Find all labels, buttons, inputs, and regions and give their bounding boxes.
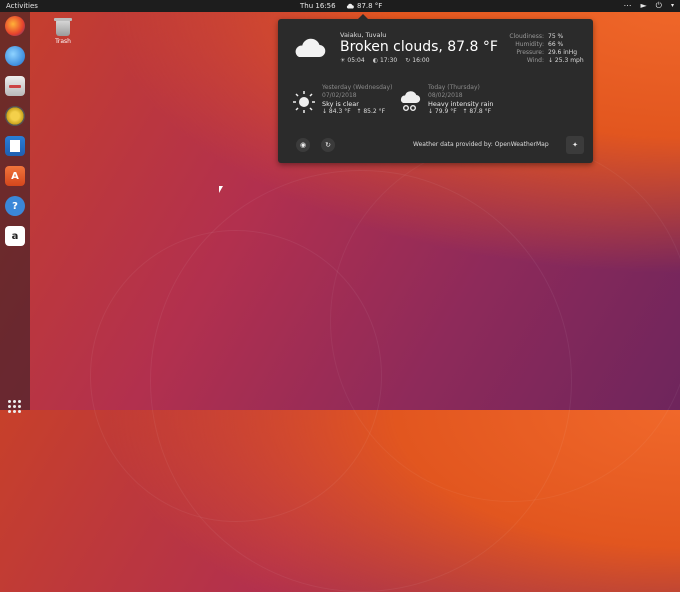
location-icon: ◉ <box>299 141 307 149</box>
detail-row: Cloudiness: 75 % <box>484 33 584 41</box>
forecast-today: Today (Thursday) 08/02/2018 Heavy intens… <box>398 84 508 124</box>
sunrise: ☀ 05:04 <box>340 57 365 64</box>
weather-indicator-temp: 87.8 °F <box>357 2 383 10</box>
forecast-temps: ↓ 84.3 °F ↑ 85.2 °F <box>322 108 392 116</box>
forecast-high: ↑ 85.2 °F <box>356 108 386 115</box>
sunset-icon: ◐ <box>372 57 378 64</box>
trash-desktop-icon[interactable]: Trash <box>50 18 76 45</box>
sunrise-time: 05:04 <box>347 57 365 64</box>
provider-link[interactable]: Weather data provided by: OpenWeatherMap <box>413 141 549 148</box>
sunset-time: 17:30 <box>379 57 398 64</box>
trash-icon <box>54 18 72 36</box>
forecast-low: ↓ 79.9 °F <box>428 108 457 115</box>
amazon-icon[interactable]: a <box>5 226 25 246</box>
locations-button[interactable]: ◉ <box>296 138 310 152</box>
sun-icon <box>293 91 315 113</box>
show-applications-icon[interactable] <box>8 400 22 414</box>
sunset: ◐ 17:30 <box>373 57 398 64</box>
sunrise-icon: ☀ <box>340 57 346 64</box>
build-time: ↻ 16:00 <box>405 57 429 64</box>
writer-icon[interactable] <box>5 136 25 156</box>
volume-icon[interactable]: ► <box>641 1 647 11</box>
weather-location: Vaiaku, Tuvalu <box>340 31 387 39</box>
forecast-date: 08/02/2018 <box>428 92 463 99</box>
detail-value: 29.6 inHg <box>548 49 578 56</box>
wallpaper-arc <box>330 140 680 502</box>
detail-label: Wind: <box>526 57 544 64</box>
sun-times: ☀ 05:04 ◐ 17:30 ↻ 16:00 <box>340 57 430 64</box>
forecast-low: ↓ 84.3 °F <box>322 108 351 115</box>
detail-value: 75 % <box>548 33 564 40</box>
forecast-text: Today (Thursday) 08/02/2018 Heavy intens… <box>428 84 493 116</box>
power-icon[interactable]: ⏻ <box>656 1 662 11</box>
document-icon <box>10 140 20 152</box>
wallpaper-arc <box>90 230 382 522</box>
settings-button[interactable]: ✦ <box>566 136 584 154</box>
forecast-day: Yesterday (Wednesday) <box>322 84 393 91</box>
detail-value: ↓ 25.3 mph <box>548 57 584 64</box>
system-tray[interactable]: ⋯ ► ⏻ ▾ <box>624 1 675 11</box>
forecast-date: 07/02/2018 <box>322 92 357 99</box>
forecast-yesterday: Yesterday (Wednesday) 07/02/2018 Sky is … <box>292 84 402 124</box>
network-icon[interactable]: ⋯ <box>624 1 632 11</box>
forecast-temps: ↓ 79.9 °F ↑ 87.8 °F <box>428 108 493 116</box>
detail-label: Humidity: <box>515 41 544 48</box>
cloud-icon <box>346 3 354 9</box>
forecast-condition: Sky is clear <box>322 100 359 108</box>
detail-row: Wind: ↓ 25.3 mph <box>484 57 584 65</box>
refresh-button[interactable]: ↻ <box>321 138 335 152</box>
trash-label: Trash <box>55 38 71 45</box>
files-icon[interactable] <box>5 76 25 96</box>
refresh-icon: ↻ <box>325 141 331 149</box>
help-icon[interactable]: ? <box>5 196 25 216</box>
clock-icon: ↻ <box>405 57 411 64</box>
detail-row: Humidity: 66 % <box>484 41 584 49</box>
dock: A ? a <box>0 12 30 413</box>
forecast-high: ↑ 87.8 °F <box>462 108 492 115</box>
weather-indicator[interactable]: 87.8 °F <box>346 2 382 10</box>
broken-clouds-icon <box>295 38 326 58</box>
settings-icon: ✦ <box>572 141 578 149</box>
files-icon-label <box>9 84 21 88</box>
weather-summary: Broken clouds, 87.8 °F <box>340 39 498 55</box>
weather-popup: Vaiaku, Tuvalu Broken clouds, 87.8 °F ☀ 0… <box>278 14 593 163</box>
firefox-icon[interactable] <box>5 16 25 36</box>
heavy-rain-icon <box>400 91 421 111</box>
rhythmbox-icon[interactable] <box>5 106 25 126</box>
detail-label: Pressure: <box>516 49 544 56</box>
mouse-cursor <box>219 186 223 193</box>
weather-details: Cloudiness: 75 % Humidity: 66 % Pressure: 2… <box>484 33 584 65</box>
build-time-value: 16:00 <box>412 57 430 64</box>
forecast-day: Today (Thursday) <box>428 84 480 91</box>
software-center-icon[interactable]: A <box>5 166 25 186</box>
detail-value: 66 % <box>548 41 564 48</box>
clock[interactable]: Thu 16:56 <box>300 2 336 10</box>
detail-label: Cloudiness: <box>509 33 544 40</box>
wallpaper-arc <box>150 170 572 592</box>
forecast-text: Yesterday (Wednesday) 07/02/2018 Sky is … <box>322 84 392 116</box>
top-bar: Activities Thu 16:56 87.8 °F ⋯ ► ⏻ ▾ <box>0 0 680 12</box>
detail-row: Pressure: 29.6 inHg <box>484 49 584 57</box>
activities-button[interactable]: Activities <box>6 2 38 10</box>
thunderbird-icon[interactable] <box>5 46 25 66</box>
forecast-condition: Heavy intensity rain <box>428 100 494 108</box>
chevron-down-icon[interactable]: ▾ <box>671 1 674 11</box>
